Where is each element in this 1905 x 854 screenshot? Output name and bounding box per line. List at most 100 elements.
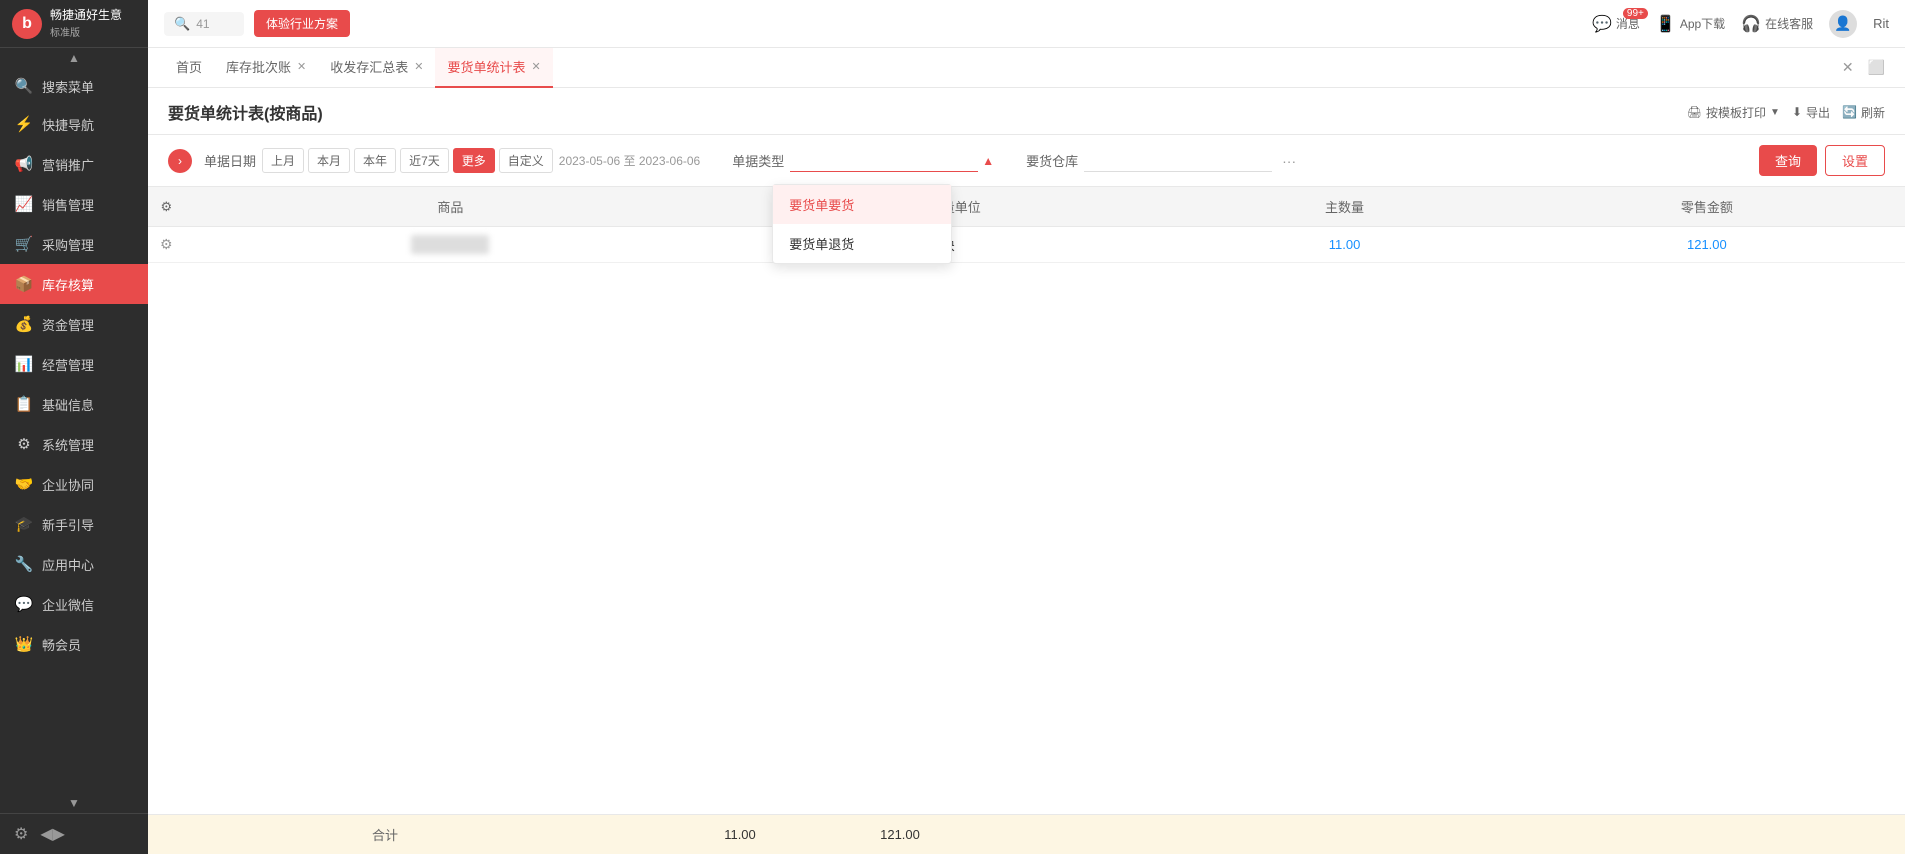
sidebar-item-management[interactable]: 📊 经营管理 [0, 344, 148, 384]
row-settings-btn[interactable]: ⚙ [148, 227, 185, 263]
sidebar-item-marketing[interactable]: 📢 营销推广 [0, 144, 148, 184]
tab-summary-close[interactable]: ✕ [414, 60, 423, 73]
type-select-arrow[interactable]: ▲ [982, 154, 994, 168]
tab-inventory-batch[interactable]: 库存批次账 ✕ [214, 48, 318, 88]
tab-order-stats-label: 要货单统计表 [447, 57, 525, 76]
sidebar-nav: 🔍 搜索菜单 ⚡ 快捷导航 📢 营销推广 📈 销售管理 🛒 采购管理 📦 库存核… [0, 68, 148, 793]
data-table: ⚙ 商品 主计量单位 主数量 零售金额 [148, 187, 1905, 263]
member-icon: 👑 [14, 634, 34, 654]
sidebar-bottom: ⚙ ◀▶ [0, 813, 148, 854]
sidebar-item-search[interactable]: 🔍 搜索菜单 [0, 68, 148, 104]
sidebar-item-inventory[interactable]: 📦 库存核算 [0, 264, 148, 304]
dropdown-item-order-goods[interactable]: 要货单要货 [773, 185, 951, 224]
warehouse-label: 要货仓库 [1026, 151, 1078, 170]
chevron-down-icon: ▼ [68, 796, 80, 810]
search-icon: 🔍 [174, 16, 190, 32]
sidebar-item-member[interactable]: 👑 畅会员 [0, 624, 148, 664]
header-right: 💬 消息 99+ 📱 App下载 🎧 在线客服 👤 Rit [1592, 10, 1889, 38]
date-btn-last-month[interactable]: 上月 [262, 148, 304, 173]
tabs-actions: ✕ ⬜ [1838, 55, 1889, 80]
basic-info-icon: 📋 [14, 394, 34, 414]
chevron-right-icon: › [178, 154, 182, 168]
date-btn-this-month[interactable]: 本月 [308, 148, 350, 173]
sidebar: b 畅捷通好生意 标准版 ▲ 🔍 搜索菜单 ⚡ 快捷导航 📢 营销推广 📈 销售… [0, 0, 148, 854]
query-btn[interactable]: 查询 [1759, 145, 1817, 176]
refresh-icon: 🔄 [1842, 105, 1857, 119]
filter-bar: › 单据日期 上月 本月 本年 近7天 更多 自定义 2023-05-06 至 … [148, 135, 1905, 187]
sidebar-item-basic-info[interactable]: 📋 基础信息 [0, 384, 148, 424]
industry-btn[interactable]: 体验行业方案 [254, 10, 350, 37]
dropdown-arrow-icon: ▼ [1770, 107, 1780, 118]
sidebar-item-quicknav[interactable]: ⚡ 快捷导航 [0, 104, 148, 144]
settings-btn[interactable]: 设置 [1825, 145, 1885, 176]
guide-icon: 🎓 [14, 514, 34, 534]
sidebar-settings-btn[interactable]: ⚙ [14, 824, 28, 844]
col-product: 商品 [185, 187, 717, 227]
tab-inventory-batch-label: 库存批次账 [226, 57, 291, 76]
date-filter-group: 单据日期 上月 本月 本年 近7天 更多 自定义 2023-05-06 至 20… [204, 148, 700, 173]
sidebar-item-enterprise[interactable]: 🤝 企业协同 [0, 464, 148, 504]
close-all-tabs-btn[interactable]: ✕ [1838, 55, 1858, 80]
inventory-icon: 📦 [14, 274, 34, 294]
tab-summary-label: 收发存汇总表 [330, 57, 408, 76]
dropdown-item-return-goods[interactable]: 要货单退货 [773, 224, 951, 263]
tab-home[interactable]: 首页 [164, 48, 214, 88]
row-settings-icon: ⚙ [160, 236, 173, 252]
date-btn-custom[interactable]: 自定义 [499, 148, 553, 173]
print-btn[interactable]: 🖨 按模板打印 ▼ [1687, 104, 1780, 121]
refresh-btn[interactable]: 🔄 刷新 [1842, 104, 1885, 121]
export-icon: ⬇ [1792, 105, 1802, 119]
total-qty: 11.00 [700, 827, 780, 842]
filter-actions: 查询 设置 [1759, 145, 1885, 176]
col-qty: 主数量 [1180, 187, 1508, 227]
sidebar-scroll-up[interactable]: ▲ [0, 48, 148, 68]
sidebar-item-purchase[interactable]: 🛒 采购管理 [0, 224, 148, 264]
sidebar-item-wechat[interactable]: 💬 企业微信 [0, 584, 148, 624]
printer-icon: 🖨 [1687, 105, 1702, 119]
date-buttons: 上月 本月 本年 近7天 更多 自定义 [262, 148, 553, 173]
message-btn[interactable]: 💬 消息 99+ [1592, 14, 1640, 34]
type-select-input[interactable] [790, 150, 978, 172]
tab-inventory-batch-close[interactable]: ✕ [297, 60, 306, 73]
quicknav-icon: ⚡ [14, 114, 34, 134]
row-qty[interactable]: 11.00 [1180, 227, 1508, 263]
date-btn-7days[interactable]: 近7天 [400, 148, 449, 173]
logo-icon: b [12, 9, 42, 39]
sidebar-item-system[interactable]: ⚙ 系统管理 [0, 424, 148, 464]
date-btn-this-year[interactable]: 本年 [354, 148, 396, 173]
page-header: 要货单统计表(按商品) 🖨 按模板打印 ▼ ⬇ 导出 🔄 刷新 [148, 88, 1905, 135]
total-label: 合计 [360, 825, 560, 844]
tab-summary[interactable]: 收发存汇总表 ✕ [318, 48, 435, 88]
app-download-btn[interactable]: 📱 App下载 [1656, 14, 1725, 34]
message-icon: 💬 [1592, 14, 1612, 34]
header-search[interactable]: 🔍 41 [164, 12, 244, 36]
main-content: 🔍 41 体验行业方案 💬 消息 99+ 📱 App下载 🎧 在线客服 👤 [148, 0, 1905, 854]
sidebar-item-sales[interactable]: 📈 销售管理 [0, 184, 148, 224]
sidebar-item-guide[interactable]: 🎓 新手引导 [0, 504, 148, 544]
date-btn-more[interactable]: 更多 [453, 148, 495, 173]
export-btn[interactable]: ⬇ 导出 [1792, 104, 1830, 121]
type-dropdown-menu: 要货单要货 要货单退货 [772, 184, 952, 264]
warehouse-more-icon[interactable]: ··· [1282, 153, 1296, 169]
user-avatar[interactable]: 👤 [1829, 10, 1857, 38]
row-amount[interactable]: 121.00 [1509, 227, 1905, 263]
col-settings[interactable]: ⚙ [148, 187, 185, 227]
product-name-blurred: 商品名称商品 [411, 235, 489, 254]
sidebar-collapse-btn[interactable]: ◀▶ [40, 824, 65, 844]
tab-order-stats-close[interactable]: ✕ [532, 60, 541, 73]
marketing-icon: 📢 [14, 154, 34, 174]
user-name: Rit [1873, 16, 1889, 31]
filter-expand-btn[interactable]: › [168, 149, 192, 173]
expand-tabs-btn[interactable]: ⬜ [1864, 55, 1889, 80]
warehouse-input[interactable] [1084, 150, 1272, 172]
tab-order-stats[interactable]: 要货单统计表 ✕ [435, 48, 552, 88]
sidebar-scroll-down[interactable]: ▼ [0, 793, 148, 813]
system-icon: ⚙ [14, 434, 34, 454]
type-select-wrapper: ▲ [790, 150, 994, 172]
sidebar-item-appstore[interactable]: 🔧 应用中心 [0, 544, 148, 584]
table-row: ⚙ 商品名称商品 块 11.00 121.00 [148, 227, 1905, 263]
online-service-btn[interactable]: 🎧 在线客服 [1741, 14, 1813, 34]
enterprise-icon: 🤝 [14, 474, 34, 494]
sidebar-item-finance[interactable]: 💰 资金管理 [0, 304, 148, 344]
page-title: 要货单统计表(按商品) [168, 100, 323, 124]
